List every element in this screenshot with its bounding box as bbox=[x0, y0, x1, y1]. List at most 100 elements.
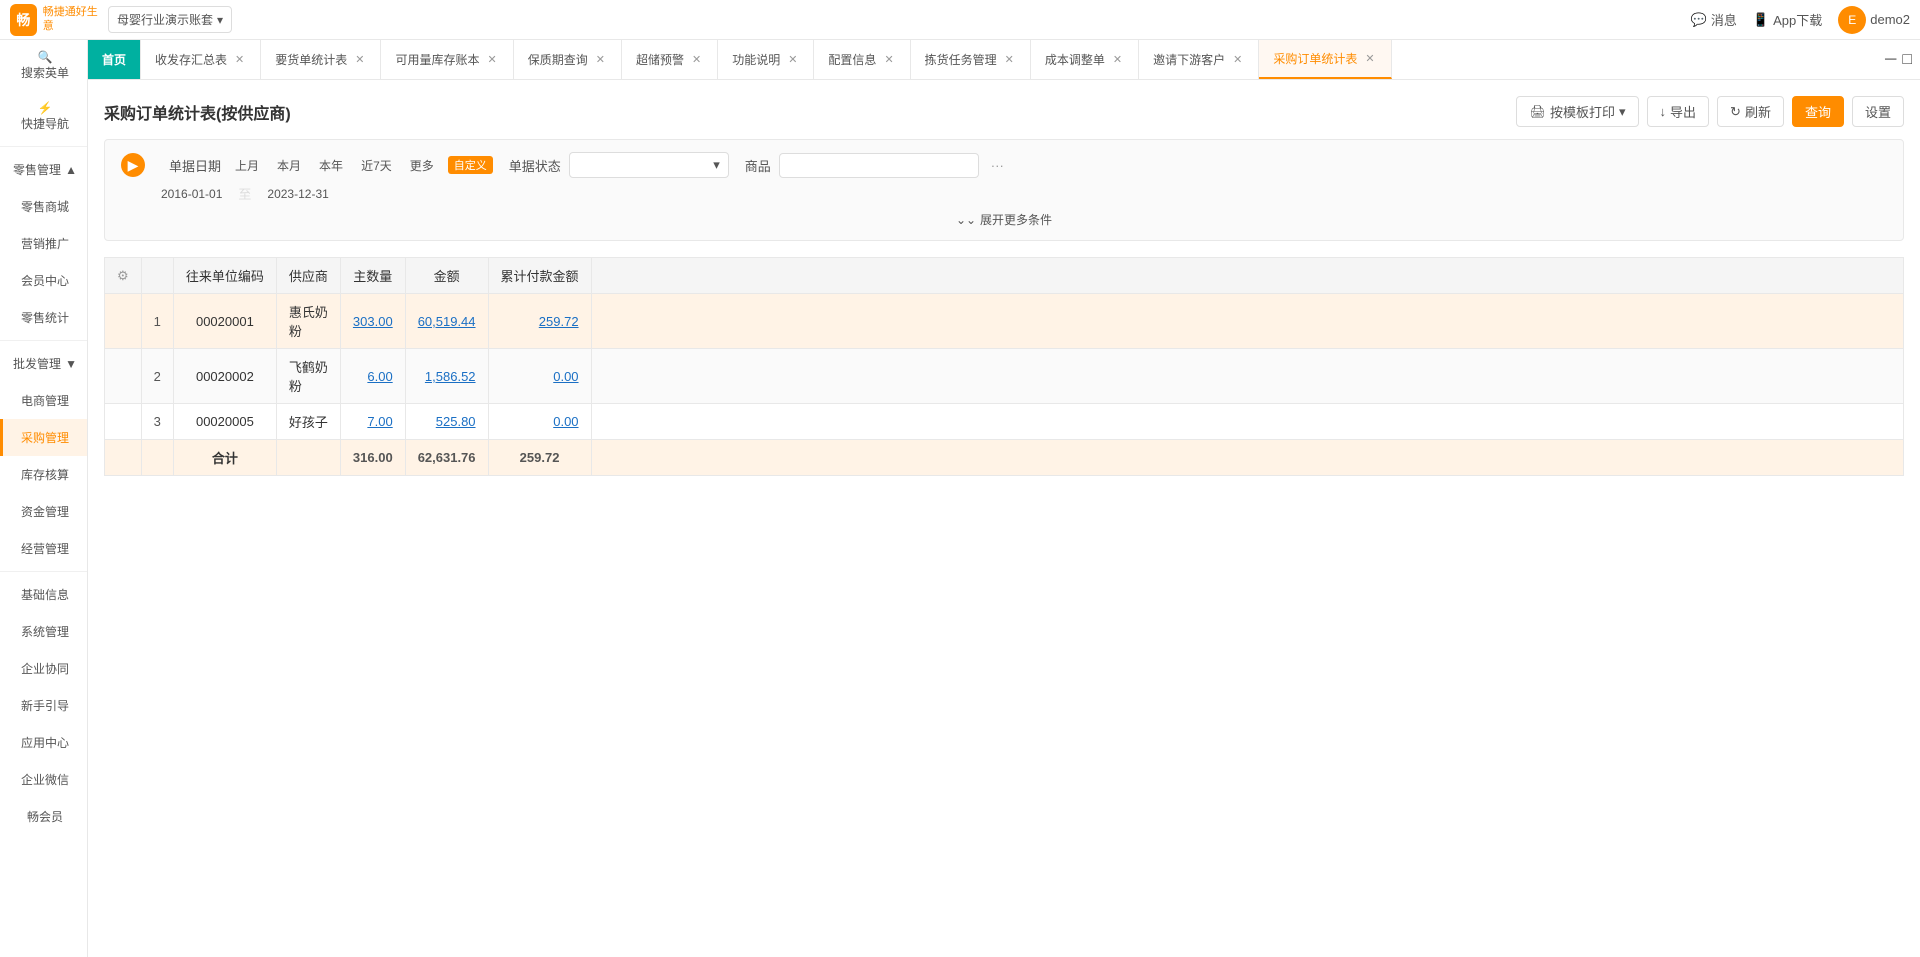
row-amount[interactable]: 60,519.44 bbox=[405, 294, 488, 349]
sidebar-item-retail-stats[interactable]: 零售统计 bbox=[0, 299, 87, 336]
row-qty[interactable]: 303.00 bbox=[340, 294, 405, 349]
sidebar-item-guide[interactable]: 新手引导 bbox=[0, 687, 87, 724]
tab-stock[interactable]: 可用量库存账本 ✕ bbox=[381, 40, 513, 79]
tab-guide[interactable]: 功能说明 ✕ bbox=[718, 40, 814, 79]
table-body: 1 00020001 惠氏奶粉 303.00 60,519.44 259.72 … bbox=[105, 294, 1904, 440]
sidebar-item-quicknav[interactable]: ⚡ 快捷导航 bbox=[0, 91, 87, 142]
date-from: 2016-01-01 bbox=[161, 187, 222, 201]
message-button[interactable]: 💬 消息 bbox=[1691, 10, 1737, 29]
export-button[interactable]: ↓ 导出 bbox=[1647, 96, 1710, 127]
settings-button[interactable]: 设置 bbox=[1852, 96, 1904, 127]
th-code: 往来单位编码 bbox=[173, 258, 276, 294]
tab-requisition[interactable]: 要货单统计表 ✕ bbox=[261, 40, 381, 79]
print-button[interactable]: 🖨 按模板打印 ▾ bbox=[1516, 96, 1638, 127]
date-badge[interactable]: 自定义 bbox=[448, 156, 493, 174]
shortcut-this-month[interactable]: 本月 bbox=[271, 155, 307, 176]
tab-close-requisition[interactable]: ✕ bbox=[353, 51, 366, 68]
footer-supplier bbox=[276, 440, 340, 476]
tab-close-expiry[interactable]: ✕ bbox=[594, 51, 607, 68]
sidebar-item-wholesale[interactable]: 批发管理 ▼ bbox=[0, 345, 87, 382]
tab-minimize-button[interactable]: ─ bbox=[1885, 51, 1896, 69]
shortcut-this-year[interactable]: 本年 bbox=[313, 155, 349, 176]
tab-close-invite[interactable]: ✕ bbox=[1231, 51, 1244, 68]
tab-maximize-button[interactable]: □ bbox=[1902, 51, 1912, 69]
tab-close-costadj[interactable]: ✕ bbox=[1111, 51, 1124, 68]
message-icon: 💬 bbox=[1691, 12, 1707, 28]
status-select[interactable]: ▾ bbox=[569, 152, 729, 178]
expand-filter-button[interactable]: ⌄⌄ 展开更多条件 bbox=[956, 211, 1052, 228]
sidebar-item-appcenter[interactable]: 应用中心 bbox=[0, 724, 87, 761]
tab-home[interactable]: 首页 bbox=[88, 40, 141, 79]
row-code: 00020002 bbox=[173, 349, 276, 404]
row-amount[interactable]: 525.80 bbox=[405, 404, 488, 440]
footer-amount: 62,631.76 bbox=[405, 440, 488, 476]
search-icon: 🔍 bbox=[7, 50, 83, 64]
user-profile[interactable]: E demo2 bbox=[1838, 6, 1910, 34]
sidebar-item-operation[interactable]: 经营管理 bbox=[0, 530, 87, 567]
th-paid: 累计付款金额 bbox=[488, 258, 591, 294]
app-download-button[interactable]: 📱 App下载 bbox=[1753, 10, 1822, 29]
row-extra bbox=[591, 404, 1903, 440]
workspace-selector[interactable]: 母婴行业演示账套 ▾ bbox=[108, 6, 232, 33]
sidebar-item-enterprise[interactable]: 企业协同 bbox=[0, 650, 87, 687]
row-paid[interactable]: 0.00 bbox=[488, 349, 591, 404]
row-qty[interactable]: 6.00 bbox=[340, 349, 405, 404]
sidebar-item-vip[interactable]: 畅会员 bbox=[0, 798, 87, 835]
sidebar-item-marketing[interactable]: 营销推广 bbox=[0, 225, 87, 262]
sidebar-item-search[interactable]: 🔍 搜索英单 bbox=[0, 40, 87, 91]
filter-row-1: ▶ 单据日期 上月 本月 本年 近7天 更多 自定义 bbox=[121, 152, 1887, 178]
shortcut-7days[interactable]: 近7天 bbox=[355, 155, 398, 176]
sidebar-item-inventory[interactable]: 库存核算 bbox=[0, 456, 87, 493]
tab-costadj[interactable]: 成本调整单 ✕ bbox=[1031, 40, 1139, 79]
tab-close-purchase-stats[interactable]: ✕ bbox=[1363, 50, 1376, 67]
tab-config[interactable]: 配置信息 ✕ bbox=[814, 40, 910, 79]
row-settings bbox=[105, 404, 142, 440]
divider bbox=[0, 340, 87, 341]
sidebar-item-ecommerce[interactable]: 电商管理 bbox=[0, 382, 87, 419]
row-settings bbox=[105, 349, 142, 404]
tab-picktask[interactable]: 拣货任务管理 ✕ bbox=[911, 40, 1031, 79]
sidebar: 🔍 搜索英单 ⚡ 快捷导航 零售管理 ▲ 零售商城 营销推广 会员中心 bbox=[0, 40, 88, 957]
sidebar-item-purchase[interactable]: 采购管理 bbox=[0, 419, 87, 456]
content-area: 首页 收发存汇总表 ✕ 要货单统计表 ✕ 可用量库存账本 ✕ 保质期查询 ✕ bbox=[88, 40, 1920, 957]
refresh-button[interactable]: ↻ 刷新 bbox=[1717, 96, 1784, 127]
tab-overstock[interactable]: 超储预警 ✕ bbox=[622, 40, 718, 79]
tab-expiry[interactable]: 保质期查询 ✕ bbox=[514, 40, 622, 79]
filter-toggle-button[interactable]: ▶ bbox=[121, 153, 145, 177]
expand-icon: ▲ bbox=[65, 163, 77, 177]
goods-input[interactable] bbox=[779, 153, 979, 178]
sidebar-item-member[interactable]: 会员中心 bbox=[0, 262, 87, 299]
shortcut-last-month[interactable]: 上月 bbox=[229, 155, 265, 176]
tab-close-picktask[interactable]: ✕ bbox=[1003, 51, 1016, 68]
row-paid[interactable]: 259.72 bbox=[488, 294, 591, 349]
tab-close-receive[interactable]: ✕ bbox=[233, 51, 246, 68]
tab-close-stock[interactable]: ✕ bbox=[486, 51, 499, 68]
expand-icon: ▼ bbox=[65, 357, 77, 371]
top-bar: 畅 畅捷通好生意 母婴行业演示账套 ▾ 💬 消息 📱 App下载 E demo2 bbox=[0, 0, 1920, 40]
sidebar-item-retail-shop[interactable]: 零售商城 bbox=[0, 188, 87, 225]
tab-receive[interactable]: 收发存汇总表 ✕ bbox=[141, 40, 261, 79]
tab-purchase-stats[interactable]: 采购订单统计表 ✕ bbox=[1259, 40, 1391, 79]
tab-close-config[interactable]: ✕ bbox=[882, 51, 895, 68]
sidebar-item-retail[interactable]: 零售管理 ▲ bbox=[0, 151, 87, 188]
sidebar-item-wechat[interactable]: 企业微信 bbox=[0, 761, 87, 798]
goods-filter-label: 商品 bbox=[745, 156, 771, 175]
column-settings-icon[interactable]: ⚙ bbox=[117, 268, 129, 283]
sidebar-item-basic[interactable]: 基础信息 bbox=[0, 576, 87, 613]
sidebar-item-finance[interactable]: 资金管理 bbox=[0, 493, 87, 530]
row-paid[interactable]: 0.00 bbox=[488, 404, 591, 440]
row-code: 00020001 bbox=[173, 294, 276, 349]
query-button[interactable]: 查询 bbox=[1792, 96, 1844, 127]
status-filter-group: 单据状态 ▾ bbox=[509, 152, 729, 178]
row-qty[interactable]: 7.00 bbox=[340, 404, 405, 440]
tab-close-guide[interactable]: ✕ bbox=[786, 51, 799, 68]
table-footer: 合计 316.00 62,631.76 259.72 bbox=[105, 440, 1904, 476]
sidebar-item-system[interactable]: 系统管理 bbox=[0, 613, 87, 650]
row-amount[interactable]: 1,586.52 bbox=[405, 349, 488, 404]
goods-more-button[interactable]: ··· bbox=[987, 156, 1008, 175]
shortcut-more[interactable]: 更多 bbox=[404, 155, 440, 176]
chevron-down-icon: ▾ bbox=[713, 157, 720, 173]
tab-close-overstock[interactable]: ✕ bbox=[690, 51, 703, 68]
tab-invite[interactable]: 邀请下游客户 ✕ bbox=[1139, 40, 1259, 79]
date-filter-label: 单据日期 bbox=[169, 156, 221, 175]
